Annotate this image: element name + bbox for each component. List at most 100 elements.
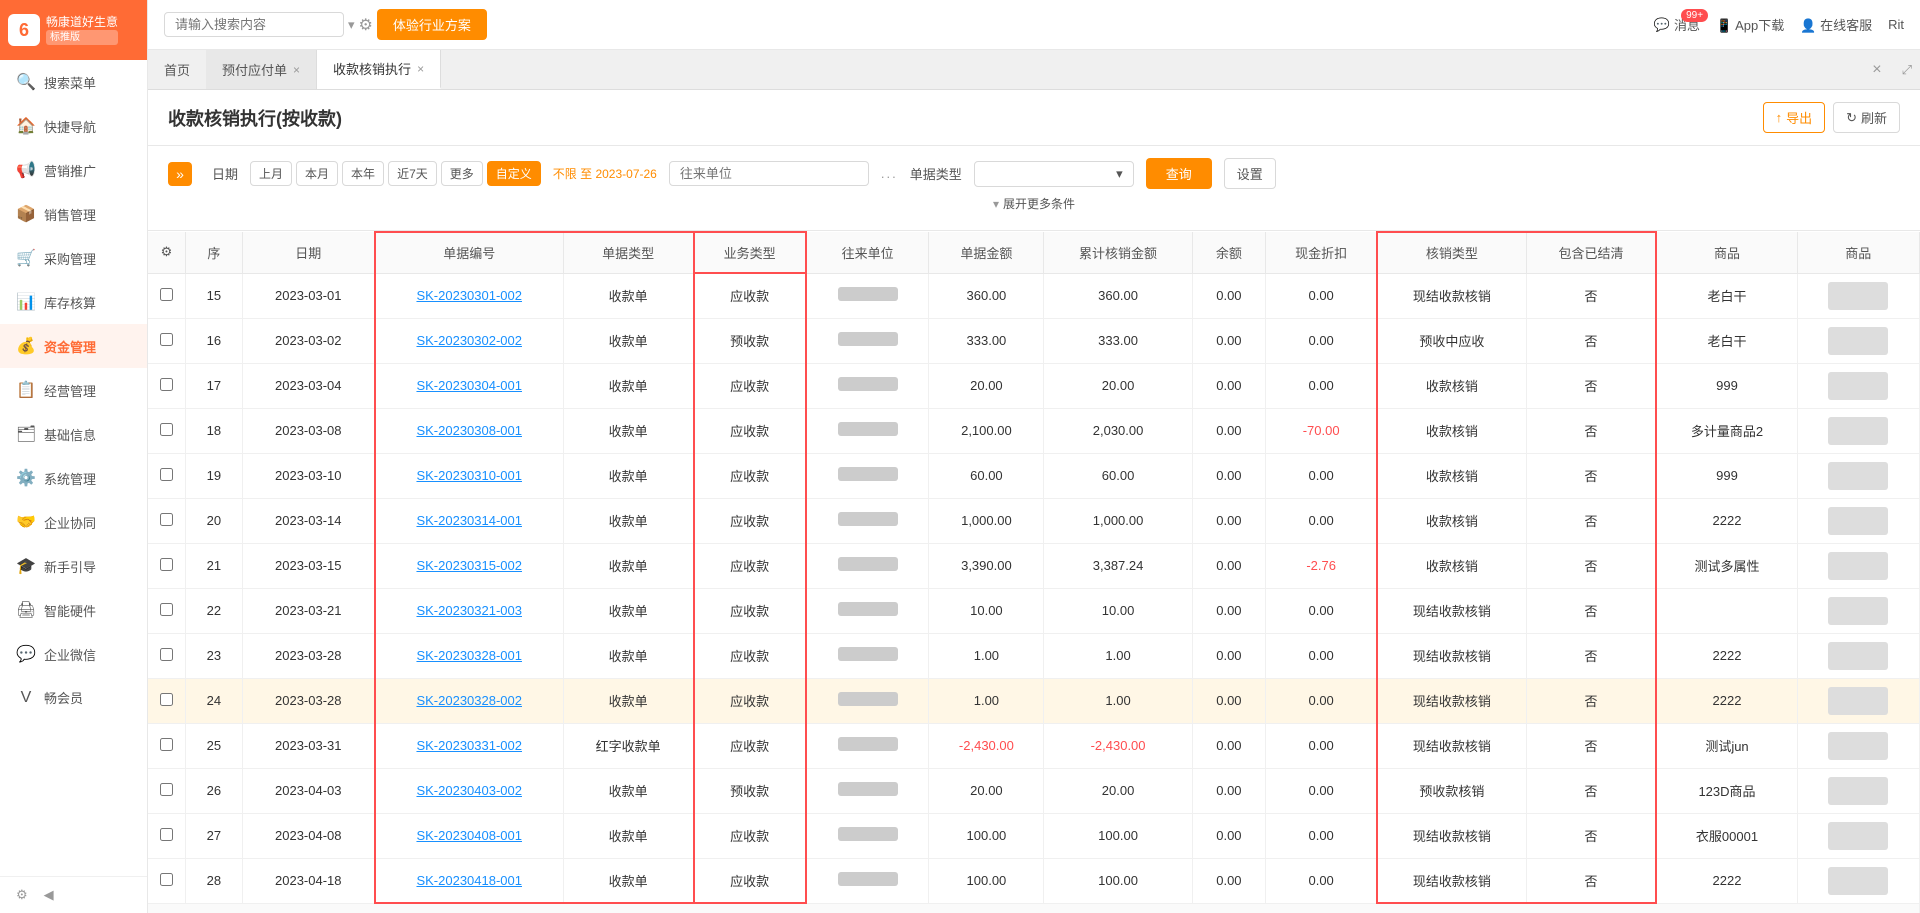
doc-no-link[interactable]: SK-20230418-001 bbox=[416, 873, 522, 888]
tab-pre-payment[interactable]: 预付应付单 × bbox=[206, 50, 317, 89]
row-no: 28 bbox=[186, 858, 243, 903]
row-checkbox[interactable] bbox=[148, 498, 186, 543]
tab-collection-cancel-close[interactable]: × bbox=[417, 62, 424, 76]
doc-no-link[interactable]: SK-20230331-002 bbox=[416, 738, 522, 753]
sidebar-item-system[interactable]: ⚙️系统管理 bbox=[0, 456, 147, 500]
doc-amount-value: 1.00 bbox=[974, 693, 999, 708]
doc-no-link[interactable]: SK-20230302-002 bbox=[416, 333, 522, 348]
sidebar-item-quick-nav[interactable]: 🏠快捷导航 bbox=[0, 104, 147, 148]
doc-amount-value: 100.00 bbox=[967, 873, 1007, 888]
doc-no-link[interactable]: SK-20230328-002 bbox=[416, 693, 522, 708]
sidebar-item-search-menu[interactable]: 🔍搜索菜单 bbox=[0, 60, 147, 104]
filter-doc-type-select[interactable]: ▾ bbox=[974, 161, 1134, 187]
counterparty-blurred bbox=[838, 377, 898, 391]
filter-this-month[interactable]: 本月 bbox=[296, 161, 338, 186]
collapse-icon[interactable]: ◀ bbox=[44, 887, 54, 903]
close-all-tabs-icon[interactable]: × bbox=[1860, 61, 1893, 79]
doc-no-link[interactable]: SK-20230321-003 bbox=[416, 603, 522, 618]
row-checkbox[interactable] bbox=[148, 408, 186, 453]
sidebar-item-finance[interactable]: 💰资金管理 bbox=[0, 324, 147, 368]
app-label: App下载 bbox=[1735, 18, 1784, 33]
doc-no-link[interactable]: SK-20230308-001 bbox=[416, 423, 522, 438]
row-checkbox[interactable] bbox=[148, 273, 186, 318]
trial-button[interactable]: 体验行业方案 bbox=[377, 9, 487, 40]
filter-this-year[interactable]: 本年 bbox=[342, 161, 384, 186]
sidebar-item-wechat[interactable]: 💬企业微信 bbox=[0, 632, 147, 676]
column-date: 日期 bbox=[242, 232, 374, 273]
doc-no-link[interactable]: SK-20230310-001 bbox=[416, 468, 522, 483]
row-include-cleared: 否 bbox=[1526, 858, 1656, 903]
gear-icon[interactable]: ⚙ bbox=[359, 15, 373, 35]
row-date: 2023-04-18 bbox=[242, 858, 374, 903]
filter-toggle-button[interactable]: » bbox=[168, 162, 192, 186]
row-checkbox[interactable] bbox=[148, 858, 186, 903]
row-checkbox[interactable] bbox=[148, 633, 186, 678]
filter-settings-button[interactable]: 设置 bbox=[1224, 158, 1276, 189]
row-date: 2023-03-01 bbox=[242, 273, 374, 318]
sidebar-label-hardware: 智能硬件 bbox=[44, 601, 96, 620]
row-checkbox[interactable] bbox=[148, 723, 186, 768]
row-doc-amount: 3,390.00 bbox=[929, 543, 1044, 588]
export-button[interactable]: ↑ 导出 bbox=[1763, 102, 1826, 133]
row-counterparty bbox=[806, 588, 929, 633]
table-row: 16 2023-03-02 SK-20230302-002 收款单 预收款 33… bbox=[148, 318, 1920, 363]
filter-more-dates[interactable]: 更多 bbox=[441, 161, 483, 186]
row-checkbox[interactable] bbox=[148, 813, 186, 858]
column-settings[interactable]: ⚙ bbox=[148, 232, 186, 273]
tab-pre-payment-label: 预付应付单 bbox=[222, 60, 287, 79]
row-checkbox[interactable] bbox=[148, 588, 186, 633]
doc-no-link[interactable]: SK-20230408-001 bbox=[416, 828, 522, 843]
page-title: 收款核销执行(按收款) bbox=[168, 105, 342, 131]
sidebar-item-sales[interactable]: 📦销售管理 bbox=[0, 192, 147, 236]
sidebar-item-hardware[interactable]: 🖨智能硬件 bbox=[0, 588, 147, 632]
row-checkbox[interactable] bbox=[148, 318, 186, 363]
row-checkbox[interactable] bbox=[148, 453, 186, 498]
doc-no-link[interactable]: SK-20230304-001 bbox=[416, 378, 522, 393]
filter-last-7days[interactable]: 近7天 bbox=[388, 161, 437, 186]
row-cash-discount: 0.00 bbox=[1266, 633, 1378, 678]
sidebar-item-guide[interactable]: 🎓新手引导 bbox=[0, 544, 147, 588]
row-checkbox[interactable] bbox=[148, 543, 186, 588]
doc-no-link[interactable]: SK-20230328-001 bbox=[416, 648, 522, 663]
app-download-button[interactable]: 📱 App下载 bbox=[1716, 15, 1784, 34]
row-checkbox[interactable] bbox=[148, 678, 186, 723]
sidebar-label-finance: 资金管理 bbox=[44, 337, 96, 356]
doc-no-link[interactable]: SK-20230314-001 bbox=[416, 513, 522, 528]
tab-pre-payment-close[interactable]: × bbox=[293, 63, 300, 77]
row-doc-type: 收款单 bbox=[563, 543, 693, 588]
expand-more-conditions[interactable]: ▾ 展开更多条件 bbox=[168, 189, 1900, 218]
row-balance: 0.00 bbox=[1192, 453, 1265, 498]
message-button[interactable]: 💬 消息 99+ bbox=[1654, 15, 1700, 34]
sidebar-item-inventory[interactable]: 📊库存核算 bbox=[0, 280, 147, 324]
sidebar-item-marketing[interactable]: 📢营销推广 bbox=[0, 148, 147, 192]
sidebar-item-operation[interactable]: 📋经营管理 bbox=[0, 368, 147, 412]
filter-last-month[interactable]: 上月 bbox=[250, 161, 292, 186]
service-icon: 👤 bbox=[1800, 18, 1816, 33]
tab-collection-cancel[interactable]: 收款核销执行 × bbox=[317, 50, 441, 89]
doc-amount-value: 100.00 bbox=[967, 828, 1007, 843]
sidebar-label-enterprise: 企业协同 bbox=[44, 513, 96, 532]
settings-icon[interactable]: ⚙ bbox=[16, 887, 28, 903]
online-service-button[interactable]: 👤 在线客服 bbox=[1800, 15, 1872, 34]
filter-custom-date[interactable]: 自定义 bbox=[487, 161, 541, 186]
row-biz-type: 应收款 bbox=[694, 273, 806, 318]
sidebar-item-purchase[interactable]: 🛒采购管理 bbox=[0, 236, 147, 280]
refresh-button[interactable]: ↻ 刷新 bbox=[1833, 102, 1900, 133]
sidebar-item-member[interactable]: V畅会员 bbox=[0, 676, 147, 719]
tab-home[interactable]: 首页 bbox=[148, 50, 206, 89]
doc-no-link[interactable]: SK-20230315-002 bbox=[416, 558, 522, 573]
cash-discount-value: 0.00 bbox=[1308, 648, 1333, 663]
search-input[interactable] bbox=[164, 12, 344, 37]
row-checkbox[interactable] bbox=[148, 363, 186, 408]
logo-icon: 6 bbox=[8, 14, 40, 46]
filter-counterparty-input[interactable] bbox=[669, 161, 869, 186]
query-button[interactable]: 查询 bbox=[1146, 158, 1212, 189]
sidebar-item-basic[interactable]: 🗂基础信息 bbox=[0, 412, 147, 456]
cash-discount-value: -2.76 bbox=[1306, 558, 1336, 573]
expand-tabs-icon[interactable]: ⤢ bbox=[1894, 62, 1920, 78]
doc-no-link[interactable]: SK-20230301-002 bbox=[416, 288, 522, 303]
row-checkbox[interactable] bbox=[148, 768, 186, 813]
sidebar-item-enterprise[interactable]: 🤝企业协同 bbox=[0, 500, 147, 544]
doc-no-link[interactable]: SK-20230403-002 bbox=[416, 783, 522, 798]
row-doc-amount: 1.00 bbox=[929, 633, 1044, 678]
